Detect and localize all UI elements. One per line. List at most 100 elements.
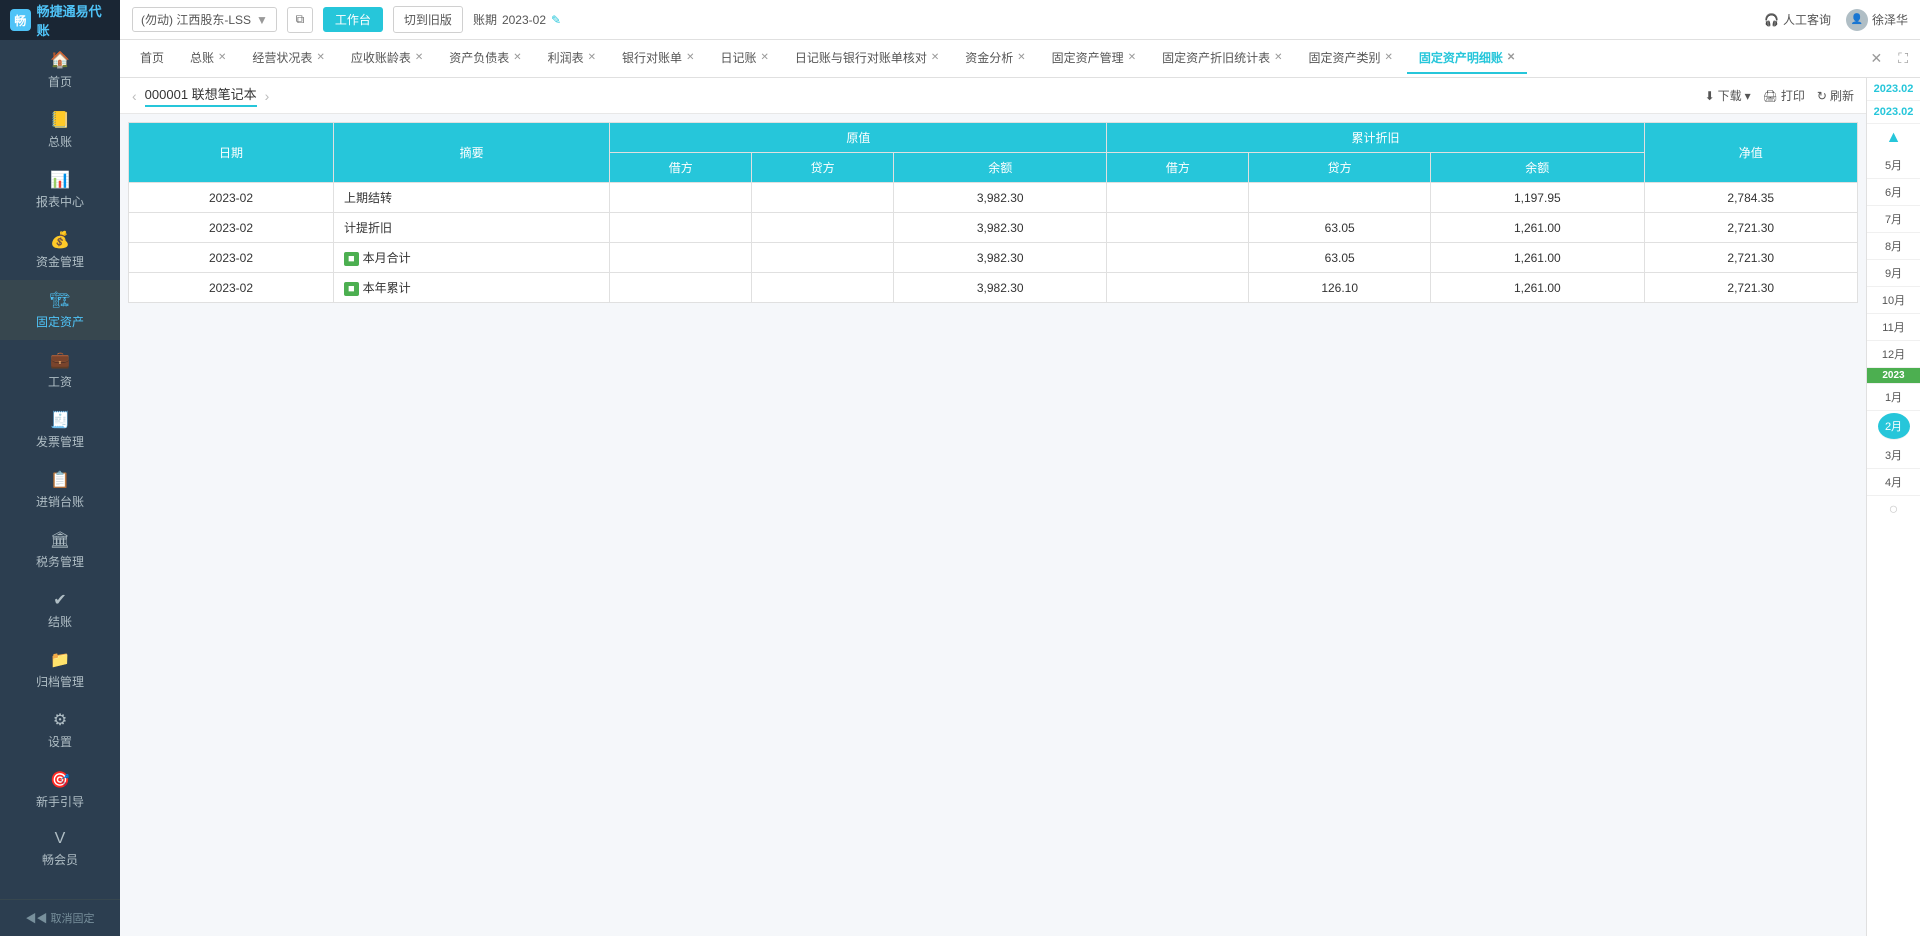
tab-receivable-close[interactable]: ✕ xyxy=(415,52,423,63)
print-btn[interactable]: 🖨 打印 xyxy=(1763,87,1805,104)
breadcrumb-next-btn[interactable]: › xyxy=(265,88,270,104)
tab-fund-analysis-close[interactable]: ✕ xyxy=(1017,52,1025,63)
sidebar-item-ledger[interactable]: 📒 总账 xyxy=(0,100,120,160)
copy-button[interactable]: ⧉ xyxy=(287,7,313,33)
tab-fa-category[interactable]: 固定资产类别 ✕ xyxy=(1296,43,1404,74)
tab-journal[interactable]: 日记账 ✕ xyxy=(708,43,780,74)
sidebar-item-settings[interactable]: ⚙ 设置 xyxy=(0,700,120,760)
workbench-button[interactable]: 工作台 xyxy=(323,7,383,32)
sidebar-item-label: 税务管理 xyxy=(36,553,84,570)
row-accum-credit xyxy=(1249,183,1431,213)
date-nav-period-top1[interactable]: 2023.02 xyxy=(1867,78,1920,101)
sidebar-item-funds[interactable]: 💰 资金管理 xyxy=(0,220,120,280)
sidebar-item-label: 固定资产 xyxy=(36,313,84,330)
date-nav-up-btn[interactable]: ▲ xyxy=(1867,124,1920,152)
service-button[interactable]: 🎧 人工客询 xyxy=(1764,11,1831,28)
date-nav-12[interactable]: 12月 xyxy=(1867,341,1920,368)
tab-operation-close[interactable]: ✕ xyxy=(316,52,324,63)
sidebar-item-label: 发票管理 xyxy=(36,433,84,450)
user-avatar: 👤 xyxy=(1846,9,1868,31)
sidebar-item-invoice[interactable]: 🧾 发票管理 xyxy=(0,400,120,460)
breadcrumb-prev-btn[interactable]: ‹ xyxy=(132,88,137,104)
topbar-right: 🎧 人工客询 👤 徐泽华 xyxy=(1764,9,1908,31)
row-net-value: 2,784.35 xyxy=(1644,183,1857,213)
switch-version-button[interactable]: 切到旧版 xyxy=(393,6,463,33)
company-dropdown-icon: ▼ xyxy=(256,13,268,27)
date-nav-3[interactable]: 3月 xyxy=(1867,442,1920,469)
date-nav-period-top2[interactable]: 2023.02 xyxy=(1867,101,1920,124)
row-date: 2023-02 xyxy=(129,213,334,243)
tab-bank-close[interactable]: ✕ xyxy=(686,52,694,63)
date-nav-4[interactable]: 4月 xyxy=(1867,469,1920,496)
row-accum-credit: 126.10 xyxy=(1249,273,1431,303)
date-nav-1[interactable]: 1月 xyxy=(1867,384,1920,411)
tab-operation[interactable]: 经营状况表 ✕ xyxy=(240,43,336,74)
row-accum-debit xyxy=(1107,273,1249,303)
sidebar-item-reports[interactable]: 📊 报表中心 xyxy=(0,160,120,220)
sidebar-item-home[interactable]: 🏠 首页 xyxy=(0,40,120,100)
date-nav-down-btn[interactable]: ○ xyxy=(1867,496,1920,524)
tab-balance-label: 资产负债表 xyxy=(449,49,509,66)
date-nav-6[interactable]: 6月 xyxy=(1867,179,1920,206)
tab-journal-bank[interactable]: 日记账与银行对账单核对 ✕ xyxy=(783,43,951,74)
sidebar-item-guide[interactable]: 🎯 新手引导 xyxy=(0,760,120,820)
reports-icon: 📊 xyxy=(50,170,70,190)
period-edit-icon[interactable]: ✎ xyxy=(551,13,561,27)
sidebar-item-settle[interactable]: ✔ 结账 xyxy=(0,580,120,640)
sidebar-item-tax[interactable]: 🏛 税务管理 xyxy=(0,520,120,580)
date-nav-2[interactable]: 2月 xyxy=(1878,413,1910,440)
fixed-assets-icon: 🏗 xyxy=(50,290,70,310)
sidebar-item-label: 新手引导 xyxy=(36,793,84,810)
sidebar-item-salary[interactable]: 💼 工资 xyxy=(0,340,120,400)
date-nav-5[interactable]: 5月 xyxy=(1867,152,1920,179)
sidebar-item-fixed-assets[interactable]: 🏗 固定资产 xyxy=(0,280,120,340)
download-btn[interactable]: ⬇ 下载 ▾ xyxy=(1705,87,1751,104)
th-orig-credit: 贷方 xyxy=(752,153,894,183)
sidebar-item-member[interactable]: V 畅会员 xyxy=(0,820,120,878)
tabbar-maximize-btn[interactable]: ⛶ xyxy=(1894,48,1912,69)
tab-profit-close[interactable]: ✕ xyxy=(588,52,596,63)
tab-balance-close[interactable]: ✕ xyxy=(513,52,521,63)
row-orig-balance: 3,982.30 xyxy=(894,243,1107,273)
tab-fa-manage-close[interactable]: ✕ xyxy=(1128,52,1136,63)
tab-ledger[interactable]: 总账 ✕ xyxy=(178,43,238,74)
tab-fa-depreciation[interactable]: 固定资产折旧统计表 ✕ xyxy=(1150,43,1294,74)
tab-journal-close[interactable]: ✕ xyxy=(760,52,768,63)
tab-home[interactable]: 首页 xyxy=(128,43,176,74)
tab-fund-analysis[interactable]: 资金分析 ✕ xyxy=(953,43,1037,74)
company-name: (勿动) 江西股东-LSS xyxy=(141,11,251,28)
tab-profit[interactable]: 利润表 ✕ xyxy=(536,43,608,74)
sidebar-item-label: 设置 xyxy=(48,733,72,750)
sidebar-item-archive[interactable]: 📁 归档管理 xyxy=(0,640,120,700)
ledger-icon: 📒 xyxy=(50,110,70,130)
content-area: ‹ 000001 联想笔记本 › ⬇ 下载 ▾ 🖨 打印 ↻ 刷新 xyxy=(120,78,1920,936)
tab-bank[interactable]: 银行对账单 ✕ xyxy=(610,43,706,74)
tab-receivable[interactable]: 应收账龄表 ✕ xyxy=(339,43,435,74)
tab-balance[interactable]: 资产负债表 ✕ xyxy=(437,43,533,74)
tab-ledger-close[interactable]: ✕ xyxy=(218,52,226,63)
sidebar-item-label: 工资 xyxy=(48,373,72,390)
tab-fa-detail-close[interactable]: ✕ xyxy=(1507,52,1515,63)
tab-journal-bank-close[interactable]: ✕ xyxy=(931,52,939,63)
tab-fa-category-close[interactable]: ✕ xyxy=(1385,52,1393,63)
date-nav-11[interactable]: 11月 xyxy=(1867,314,1920,341)
sidebar-collapse-btn[interactable]: ◀◀ 取消固定 xyxy=(0,899,120,936)
tab-journal-bank-label: 日记账与银行对账单核对 xyxy=(795,49,927,66)
date-nav-8[interactable]: 8月 xyxy=(1867,233,1920,260)
row-date: 2023-02 xyxy=(129,273,334,303)
date-nav-9[interactable]: 9月 xyxy=(1867,260,1920,287)
tab-fa-detail[interactable]: 固定资产明细账 ✕ xyxy=(1407,43,1527,74)
row-accum-balance: 1,197.95 xyxy=(1431,183,1644,213)
user-menu[interactable]: 👤 徐泽华 xyxy=(1846,9,1908,31)
refresh-btn[interactable]: ↻ 刷新 xyxy=(1817,87,1854,104)
row-net-value: 2,721.30 xyxy=(1644,273,1857,303)
tab-fa-depreciation-close[interactable]: ✕ xyxy=(1274,52,1282,63)
tabbar-close-all-btn[interactable]: ✕ xyxy=(1866,48,1886,69)
tab-fa-manage[interactable]: 固定资产管理 ✕ xyxy=(1040,43,1148,74)
refresh-icon: ↻ xyxy=(1817,89,1827,103)
sidebar-item-sales[interactable]: 📋 进销台账 xyxy=(0,460,120,520)
date-nav-10[interactable]: 10月 xyxy=(1867,287,1920,314)
date-nav-7[interactable]: 7月 xyxy=(1867,206,1920,233)
asset-detail: ‹ 000001 联想笔记本 › ⬇ 下载 ▾ 🖨 打印 ↻ 刷新 xyxy=(120,78,1866,936)
company-selector[interactable]: (勿动) 江西股东-LSS ▼ xyxy=(132,7,277,32)
